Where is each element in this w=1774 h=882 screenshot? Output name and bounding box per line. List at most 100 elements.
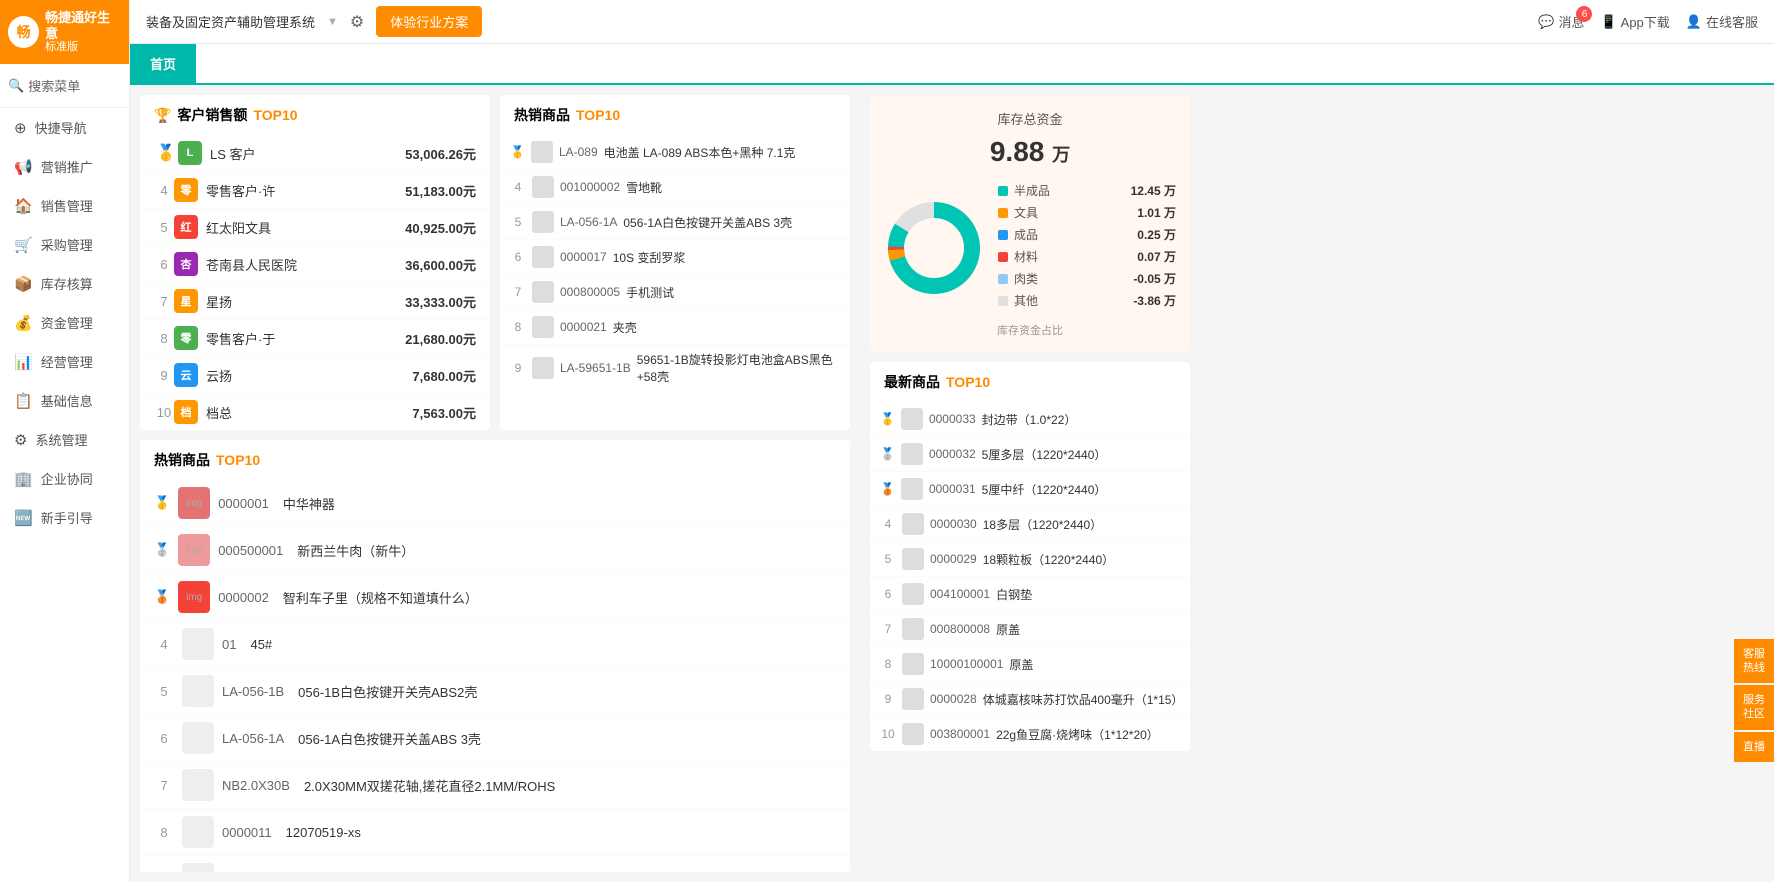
right-hot-name-4: 10S 变刮罗浆 bbox=[613, 249, 840, 266]
right-panel: 库存总资金 9.88 万 bbox=[860, 85, 1200, 882]
right-hot-top10: TOP10 bbox=[576, 107, 620, 123]
trophy-icon: 🏆 bbox=[154, 107, 171, 124]
legend-label-5: 其他 bbox=[1014, 292, 1127, 309]
search-menu-label: 搜索菜单 bbox=[28, 76, 80, 95]
search-menu-btn[interactable]: 🔍 搜索菜单 bbox=[8, 72, 121, 99]
sidebar-label-base-info: 基础信息 bbox=[41, 391, 93, 410]
message-icon: 💬 bbox=[1538, 14, 1554, 30]
sidebar-item-sales[interactable]: 🏠 销售管理 bbox=[0, 186, 129, 225]
newest-img-2 bbox=[901, 443, 923, 465]
newest-name-1: 封边带（1.0*22） bbox=[982, 411, 1180, 428]
newest-code-5: 0000029 bbox=[930, 552, 977, 566]
customer-name-4: 苍南县人民医院 bbox=[206, 255, 405, 274]
hot-products-top10: TOP10 bbox=[216, 452, 260, 468]
newest-code-1: 0000033 bbox=[929, 412, 976, 426]
float-btn-community[interactable]: 服务社区 bbox=[1734, 685, 1774, 730]
sidebar-item-inventory[interactable]: 📦 库存核算 bbox=[0, 264, 129, 303]
sidebar-item-base-info[interactable]: 📋 基础信息 bbox=[0, 381, 129, 420]
main: 装备及固定资产辅助管理系统 ▼ ⚙ 体验行业方案 💬 消息 6 📱 App下载 … bbox=[130, 0, 1774, 882]
dropdown-icon[interactable]: ▼ bbox=[327, 16, 338, 28]
legend-label-1: 文具 bbox=[1014, 204, 1131, 221]
avatar-6: 零 bbox=[174, 326, 198, 350]
hot-prod-row-6: 6 LA-056-1A 056-1A白色按键开关盖ABS 3壳 bbox=[140, 715, 850, 762]
sidebar-label-purchase: 采购管理 bbox=[41, 235, 93, 254]
hot-img-7 bbox=[182, 769, 214, 801]
customer-ranking-table: 🥇 L LS 客户 53,006.26元 4 零 零售客户·许 51,183.0… bbox=[140, 135, 490, 430]
newest-img-3 bbox=[901, 478, 923, 500]
search-icon: 🔍 bbox=[8, 78, 24, 94]
legend-label-4: 肉类 bbox=[1014, 270, 1127, 287]
right-hot-medal-1: 🥇 bbox=[510, 145, 525, 159]
sidebar-item-marketing[interactable]: 📢 营销推广 bbox=[0, 147, 129, 186]
settings-icon[interactable]: ⚙ bbox=[350, 12, 364, 32]
right-hot-code-3: LA-056-1A bbox=[560, 215, 617, 229]
tab-home[interactable]: 首页 bbox=[130, 44, 196, 83]
hot-prod-row-8: 8 0000011 12070519-xs bbox=[140, 809, 850, 856]
hot-prod-row-5: 5 LA-056-1B 056-1B白色按键开关壳ABS2壳 bbox=[140, 668, 850, 715]
sidebar-item-system[interactable]: ⚙ 系统管理 bbox=[0, 420, 129, 459]
right-hot-img-5 bbox=[532, 281, 554, 303]
inventory-unit: 万 bbox=[1052, 145, 1070, 165]
tabs: 首页 bbox=[130, 44, 1774, 85]
legend-dot-3 bbox=[998, 252, 1008, 262]
hot-name-6: 056-1A白色按键开关盖ABS 3壳 bbox=[298, 729, 836, 748]
sidebar-label-guide: 新手引导 bbox=[41, 508, 93, 527]
customer-name-6: 零售客户·于 bbox=[206, 329, 405, 348]
newest-img-8 bbox=[902, 653, 924, 675]
customer-ranking-card: 🏆 客户销售额 TOP10 🥇 L LS 客户 53,006.26元 4 bbox=[140, 95, 490, 430]
sidebar-label-quick-nav: 快捷导航 bbox=[35, 118, 87, 137]
hot-img-2: img bbox=[178, 534, 210, 566]
right-hot-name-3: 056-1A白色按键开关盖ABS 3壳 bbox=[623, 214, 840, 231]
customer-name-2: 零售客户·许 bbox=[206, 181, 405, 200]
sidebar-item-guide[interactable]: 🆕 新手引导 bbox=[0, 498, 129, 537]
newest-row-8: 8 10000100001 原盖 bbox=[870, 647, 1190, 682]
legend-dot-1 bbox=[998, 208, 1008, 218]
newest-row-2: 🥈 0000032 5厘多层（1220*2440） bbox=[870, 437, 1190, 472]
right-hot-list: 🥇 LA-089 电池盖 LA-089 ABS本色+黑种 7.1克 4 0010… bbox=[500, 135, 850, 391]
customer-rank-row-3: 5 红 红太阳文具 40,925.00元 bbox=[140, 209, 490, 246]
hot-code-1: 0000001 bbox=[218, 496, 269, 511]
app-download-btn[interactable]: 📱 App下载 bbox=[1600, 12, 1669, 31]
hot-prod-row-7: 7 NB2.0X30B 2.0X30MM双搓花轴,搓花直径2.1MM/ROHS bbox=[140, 762, 850, 809]
sidebar-item-quick-nav[interactable]: ⊕ 快捷导航 bbox=[0, 108, 129, 147]
trial-btn[interactable]: 体验行业方案 bbox=[376, 6, 482, 37]
sidebar-item-purchase[interactable]: 🛒 采购管理 bbox=[0, 225, 129, 264]
newest-code-2: 0000032 bbox=[929, 447, 976, 461]
float-btn-service[interactable]: 客服热线 bbox=[1734, 639, 1774, 684]
float-btn-live[interactable]: 直播 bbox=[1734, 732, 1774, 762]
rank-num-7: 9 bbox=[154, 368, 174, 383]
rank-num-8: 10 bbox=[154, 405, 174, 420]
newest-name-4: 18多层（1220*2440） bbox=[983, 516, 1180, 533]
newest-img-6 bbox=[902, 583, 924, 605]
right-hot-img-7 bbox=[532, 357, 554, 379]
right-hot-row-7: 9 LA-59651-1B 59651-1B旋转投影灯电池盒ABS黑色+58壳 bbox=[500, 345, 850, 391]
sidebar-item-finance[interactable]: 💰 资金管理 bbox=[0, 303, 129, 342]
newest-code-7: 000800008 bbox=[930, 622, 990, 636]
sidebar-search[interactable]: 🔍 搜索菜单 bbox=[0, 64, 129, 108]
legend-value-5: -3.86 万 bbox=[1133, 292, 1176, 309]
newest-medal-3: 🥉 bbox=[880, 482, 895, 496]
sales-icon: 🏠 bbox=[14, 197, 33, 215]
sidebar-item-corp[interactable]: 🏢 企业协同 bbox=[0, 459, 129, 498]
rank-num-3: 5 bbox=[154, 220, 174, 235]
customer-amount-7: 7,680.00元 bbox=[412, 366, 476, 385]
avatar-8: 档 bbox=[174, 400, 198, 424]
newest-row-7: 7 000800008 原盖 bbox=[870, 612, 1190, 647]
legend-label-2: 成品 bbox=[1014, 226, 1131, 243]
customer-name-5: 星扬 bbox=[206, 292, 405, 311]
float-buttons: 客服热线 服务社区 直播 bbox=[1734, 639, 1774, 762]
inventory-icon: 📦 bbox=[14, 275, 33, 293]
message-btn[interactable]: 💬 消息 6 bbox=[1538, 12, 1584, 31]
newest-name-8: 原盖 bbox=[1009, 656, 1180, 673]
inventory-title: 库存总资金 bbox=[884, 109, 1176, 128]
newest-img-10 bbox=[902, 723, 924, 745]
right-hot-img-3 bbox=[532, 211, 554, 233]
newest-rank-8: 8 bbox=[880, 657, 896, 671]
hot-prod-row-2: 🥈 img 000500001 新西兰牛肉（新牛） bbox=[140, 527, 850, 574]
sidebar-item-operations[interactable]: 📊 经营管理 bbox=[0, 342, 129, 381]
newest-name-2: 5厘多层（1220*2440） bbox=[982, 446, 1180, 463]
service-btn[interactable]: 👤 在线客服 bbox=[1686, 12, 1758, 31]
newest-row-9: 9 0000028 体城嘉核味苏打饮品400毫升（1*15） bbox=[870, 682, 1190, 717]
legend-value-3: 0.07 万 bbox=[1137, 248, 1176, 265]
newest-rank-5: 5 bbox=[880, 552, 896, 566]
